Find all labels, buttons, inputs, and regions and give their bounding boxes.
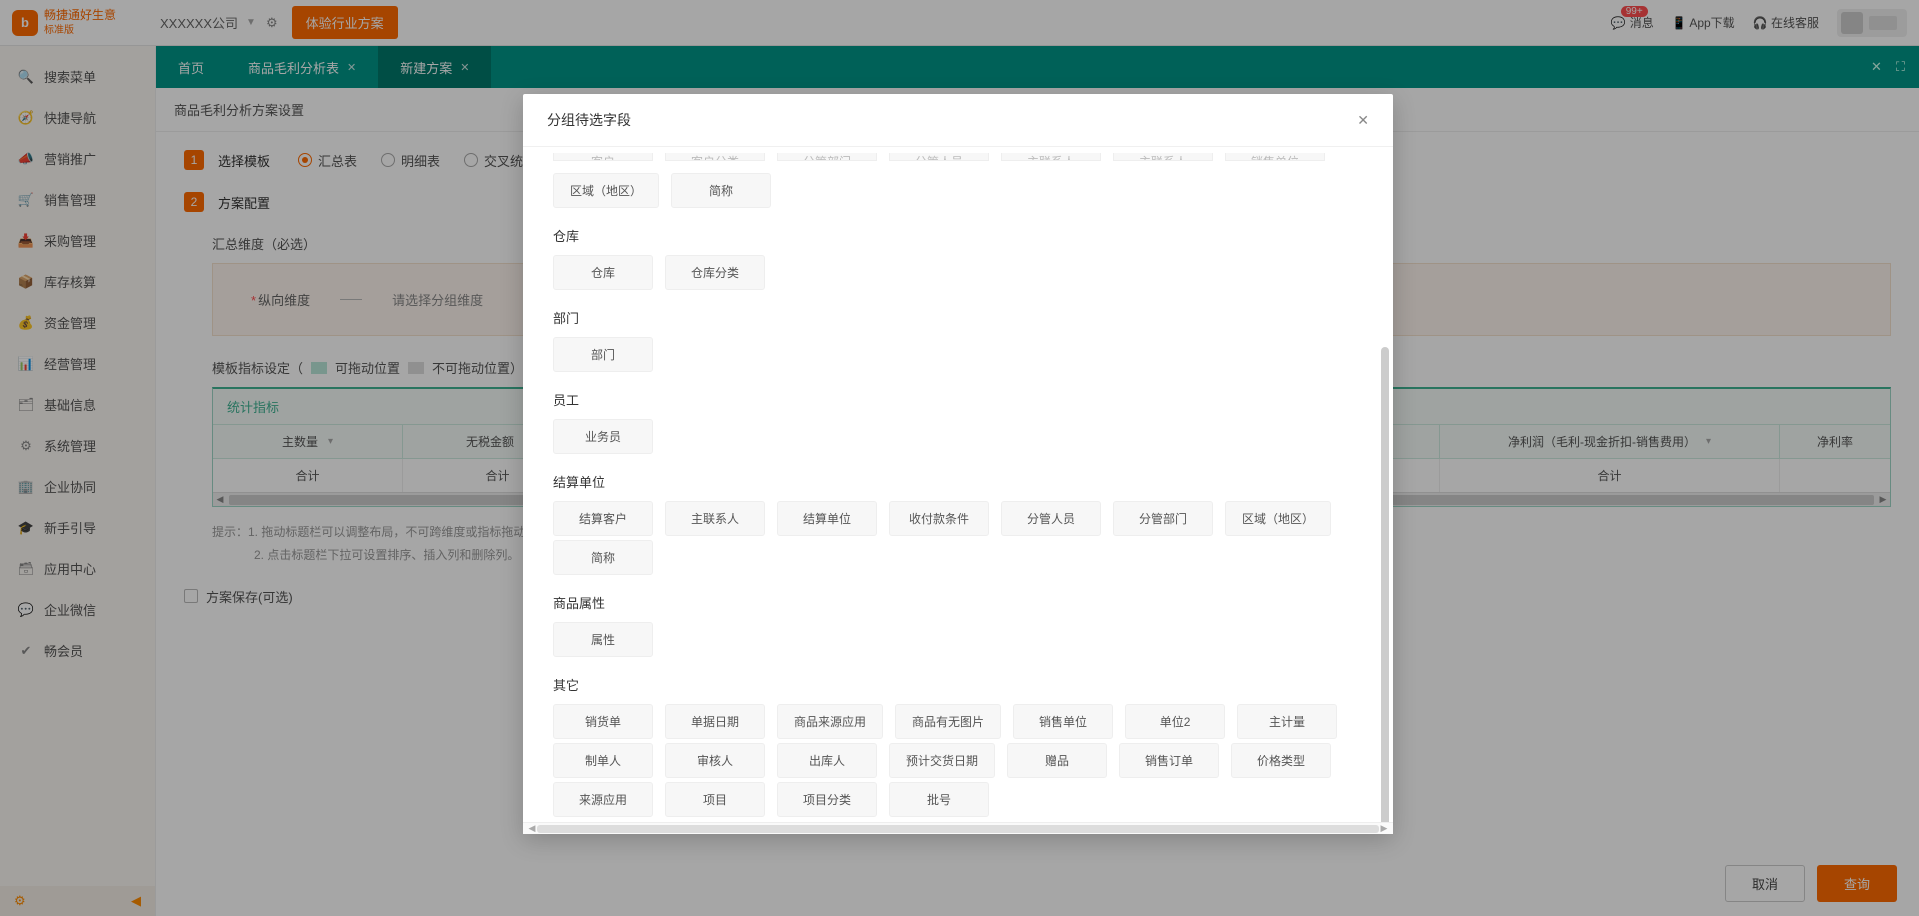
field-group-label: 员工: [553, 390, 1363, 409]
field-chip[interactable]: 部门: [553, 337, 653, 372]
field-chip[interactable]: 赠品: [1007, 743, 1107, 778]
chip-row: 销货单单据日期商品来源应用商品有无图片销售单位单位2 主计量: [553, 704, 1363, 739]
field-chip[interactable]: 预计交货日期: [889, 743, 995, 778]
field-group-label: 仓库: [553, 226, 1363, 245]
field-chip[interactable]: 客户分类: [665, 153, 765, 161]
chip-row: 制单人审核人出库人预计交货日期赠品销售订单价格类型: [553, 743, 1363, 778]
field-chip[interactable]: 主联系人: [1113, 153, 1213, 161]
chip-row: 业务员: [553, 419, 1363, 454]
field-chip[interactable]: 销售单位: [1013, 704, 1113, 739]
field-chip[interactable]: 简称: [553, 540, 653, 575]
field-chip[interactable]: 分管部门: [1113, 501, 1213, 536]
field-picker-modal: 分组待选字段 ✕ 客户客户分类分管部门分管人员主联系人主联系人销售单位 区域（地…: [523, 94, 1393, 834]
chip-row: 属性: [553, 622, 1363, 657]
scroll-thumb: [1381, 347, 1389, 822]
field-chip[interactable]: 主联系人: [665, 501, 765, 536]
field-chip[interactable]: 简称: [671, 173, 771, 208]
field-chip[interactable]: 商品来源应用: [777, 704, 883, 739]
scroll-right-icon: ▶: [1379, 823, 1389, 834]
partial-row: 客户 客户分类 分管部门 分管人员 主联系人 主联系人 销售单位: [553, 153, 1363, 161]
field-chip[interactable]: 仓库: [553, 255, 653, 290]
chip-row: 区域（地区） 简称: [553, 173, 1363, 208]
field-chip[interactable]: 销售订单: [1119, 743, 1219, 778]
scroll-thumb: [537, 825, 1379, 833]
field-chip[interactable]: 业务员: [553, 419, 653, 454]
close-icon[interactable]: ✕: [1357, 112, 1369, 129]
field-chip[interactable]: 分管人员: [1001, 501, 1101, 536]
field-chip[interactable]: 收付款条件: [889, 501, 989, 536]
field-chip[interactable]: 来源应用: [553, 782, 653, 817]
field-chip[interactable]: 分管人员: [889, 153, 989, 161]
field-chip[interactable]: 区域（地区）: [1225, 501, 1331, 536]
field-chip[interactable]: 仓库分类: [665, 255, 765, 290]
field-chip[interactable]: 单据日期: [665, 704, 765, 739]
chip-row: 仓库仓库分类: [553, 255, 1363, 290]
field-chip[interactable]: 主联系人: [1001, 153, 1101, 161]
field-group-label: 其它: [553, 675, 1363, 694]
field-group-label: 结算单位: [553, 472, 1363, 491]
chip-row: 部门: [553, 337, 1363, 372]
field-chip[interactable]: 结算单位: [777, 501, 877, 536]
field-chip[interactable]: 客户: [553, 153, 653, 161]
field-chip[interactable]: 商品有无图片: [895, 704, 1001, 739]
chip-row: 结算客户主联系人结算单位收付款条件分管人员分管部门区域（地区）: [553, 501, 1363, 536]
field-chip[interactable]: 单位2: [1125, 704, 1225, 739]
field-chip[interactable]: 分管部门: [777, 153, 877, 161]
field-chip[interactable]: 批号: [889, 782, 989, 817]
field-chip[interactable]: 属性: [553, 622, 653, 657]
chip-row: 来源应用项目项目分类批号: [553, 782, 1363, 817]
field-chip[interactable]: 项目分类: [777, 782, 877, 817]
field-chip[interactable]: 价格类型: [1231, 743, 1331, 778]
modal-head: 分组待选字段 ✕: [523, 94, 1393, 147]
field-chip[interactable]: 主计量: [1237, 704, 1337, 739]
modal-body: 客户客户分类分管部门分管人员主联系人主联系人销售单位 区域（地区）简称 仓库仓库…: [523, 147, 1393, 822]
field-chip[interactable]: 销售单位: [1225, 153, 1325, 161]
field-chip[interactable]: 销货单: [553, 704, 653, 739]
modal-title: 分组待选字段: [547, 110, 631, 130]
field-chip[interactable]: 结算客户: [553, 501, 653, 536]
modal-mask[interactable]: 分组待选字段 ✕ 客户客户分类分管部门分管人员主联系人主联系人销售单位 区域（地…: [0, 0, 1919, 916]
v-scrollbar[interactable]: [1381, 147, 1391, 822]
modal-h-scrollbar[interactable]: ◀ ▶: [523, 822, 1393, 834]
scroll-left-icon: ◀: [527, 823, 537, 834]
field-chip[interactable]: 审核人: [665, 743, 765, 778]
field-chip[interactable]: 项目: [665, 782, 765, 817]
field-chip[interactable]: 出库人: [777, 743, 877, 778]
field-group-label: 商品属性: [553, 593, 1363, 612]
field-group-label: 部门: [553, 308, 1363, 327]
field-chip[interactable]: 制单人: [553, 743, 653, 778]
field-chip[interactable]: 区域（地区）: [553, 173, 659, 208]
chip-row: 简称: [553, 540, 1363, 575]
